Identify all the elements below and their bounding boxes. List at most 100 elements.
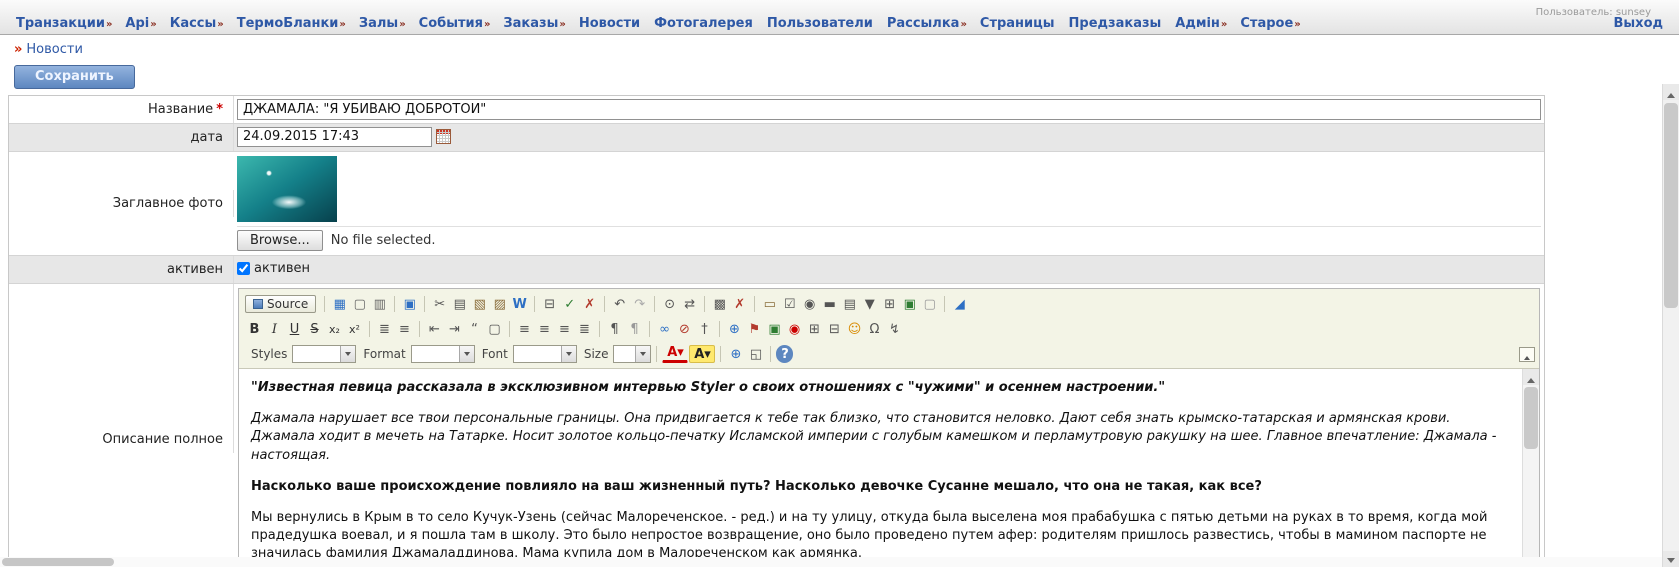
numbered-list-icon[interactable]: ≣ (375, 320, 394, 338)
textarea-icon[interactable]: ▤ (840, 295, 859, 313)
anchor-icon[interactable]: † (695, 320, 714, 338)
subscript-icon[interactable]: x₂ (325, 320, 344, 338)
remove-format-icon[interactable]: ✗ (730, 295, 749, 313)
indent-icon[interactable]: ⇥ (445, 320, 464, 338)
calendar-icon[interactable] (436, 129, 451, 144)
select-all-icon[interactable]: ▩ (710, 295, 729, 313)
bold-icon[interactable]: B (245, 320, 264, 338)
styles-dropdown[interactable] (292, 344, 357, 363)
nav-fotogalereya[interactable]: Фотогалерея (654, 16, 754, 31)
nav-transactions[interactable]: Транзакции» (16, 16, 112, 31)
editor-scrollbar-thumb[interactable] (1524, 387, 1538, 449)
toolbar-collapse-button[interactable] (1519, 347, 1535, 362)
underline-icon[interactable]: U (285, 320, 304, 338)
breadcrumb-news-link[interactable]: Новости (26, 42, 83, 57)
flag-icon[interactable]: ⚑ (745, 320, 764, 338)
bulleted-list-icon[interactable]: ≡ (395, 320, 414, 338)
nav-kassy[interactable]: Кассы» (170, 16, 224, 31)
align-justify-icon[interactable]: ≣ (575, 320, 594, 338)
date-input[interactable] (237, 126, 432, 147)
text-field-icon[interactable]: ▬ (820, 295, 839, 313)
image-icon[interactable]: ▣ (765, 320, 784, 338)
size-dropdown[interactable] (613, 344, 652, 363)
paste-icon[interactable]: ▧ (470, 295, 489, 313)
nav-stranicy[interactable]: Страницы (980, 16, 1056, 31)
align-left-icon[interactable]: ≡ (515, 320, 534, 338)
nav-sobytiya[interactable]: События» (419, 16, 491, 31)
bidi-rtl-icon[interactable]: ¶ (625, 320, 644, 338)
format-dropdown[interactable] (410, 344, 475, 363)
checkbox-icon[interactable]: ☑ (780, 295, 799, 313)
undo-icon[interactable]: ↶ (610, 295, 629, 313)
cut-icon[interactable]: ✂ (430, 295, 449, 313)
form-icon[interactable]: ▭ (760, 295, 779, 313)
chart-icon[interactable]: ◢ (950, 295, 969, 313)
create-div-icon[interactable]: ▢ (485, 320, 504, 338)
nav-api[interactable]: Api» (125, 16, 156, 31)
preview-icon[interactable]: ▥ (370, 295, 389, 313)
text-color-icon[interactable]: A▾ (662, 345, 689, 363)
scroll-up-icon[interactable] (1663, 84, 1679, 100)
align-center-icon[interactable]: ≡ (535, 320, 554, 338)
logout-link[interactable]: Выход (1614, 16, 1663, 31)
title-input[interactable] (237, 99, 1541, 120)
scroll-down-icon[interactable] (1663, 551, 1679, 567)
nav-rassylka[interactable]: Рассылка» (887, 16, 967, 31)
nav-staroe[interactable]: Старое» (1240, 16, 1300, 31)
bg-color-icon[interactable]: A▾ (689, 344, 716, 363)
nav-admin[interactable]: Адмін» (1175, 16, 1227, 31)
redo-icon[interactable]: ↷ (630, 295, 649, 313)
radio-icon[interactable]: ◉ (800, 295, 819, 313)
page-vertical-scrollbar[interactable] (1662, 84, 1679, 567)
templates-icon[interactable]: ▣ (400, 295, 419, 313)
smiley-icon[interactable]: ☺ (845, 320, 864, 338)
find-icon[interactable]: ⊙ (660, 295, 679, 313)
page-break-icon[interactable]: ↯ (885, 320, 904, 338)
about-icon[interactable]: ? (776, 344, 794, 363)
bidi-ltr-icon[interactable]: ¶ (605, 320, 624, 338)
image-button-icon[interactable]: ▣ (900, 295, 919, 313)
save-button[interactable]: Сохранить (14, 65, 135, 89)
superscript-icon[interactable]: x² (345, 320, 364, 338)
scroll-up-icon[interactable] (1523, 369, 1539, 385)
align-right-icon[interactable]: ≡ (555, 320, 574, 338)
strike-icon[interactable]: S (305, 320, 324, 338)
globe-icon[interactable]: ⊕ (725, 320, 744, 338)
editor-scrollbar[interactable] (1522, 369, 1539, 567)
source-button[interactable]: Source (245, 294, 317, 313)
show-blocks-icon[interactable]: ◱ (746, 345, 765, 363)
unlink-icon[interactable]: ⊘ (675, 320, 694, 338)
editor-text[interactable]: "Известная певица рассказала в эксклюзив… (239, 369, 1539, 567)
table-icon[interactable]: ⊞ (805, 320, 824, 338)
nav-polzovateli[interactable]: Пользователи (767, 16, 874, 31)
paste-text-icon[interactable]: ▨ (490, 295, 509, 313)
maximize-icon[interactable]: ⊕ (726, 345, 745, 363)
new-page-icon[interactable]: ▢ (350, 295, 369, 313)
outdent-icon[interactable]: ⇤ (425, 320, 444, 338)
page-scrollbar-thumb[interactable] (1664, 103, 1678, 308)
special-char-icon[interactable]: Ω (865, 320, 884, 338)
nav-zakazy[interactable]: Заказы» (503, 16, 565, 31)
scayt-icon[interactable]: ✗ (580, 295, 599, 313)
nav-novosti[interactable]: Новости (579, 16, 641, 31)
italic-icon[interactable]: I (265, 320, 284, 338)
spellcheck-icon[interactable]: ✓ (560, 295, 579, 313)
horizontal-scrollbar-thumb[interactable] (2, 558, 114, 566)
hidden-field-icon[interactable]: ▢ (920, 295, 939, 313)
browse-button[interactable]: Browse... (237, 230, 323, 251)
save-icon[interactable]: ▦ (330, 295, 349, 313)
active-checkbox[interactable] (237, 262, 250, 275)
select-field-icon[interactable]: ▼ (860, 295, 879, 313)
nav-zaly[interactable]: Залы» (359, 16, 406, 31)
blockquote-icon[interactable]: “ (465, 320, 484, 338)
nav-predzakazy[interactable]: Предзаказы (1069, 16, 1163, 31)
link-icon[interactable]: ∞ (655, 320, 674, 338)
alert-icon[interactable]: ◉ (785, 320, 804, 338)
copy-icon[interactable]: ▤ (450, 295, 469, 313)
nav-termoblanki[interactable]: ТермоБланки» (237, 16, 346, 31)
replace-icon[interactable]: ⇄ (680, 295, 699, 313)
button-icon[interactable]: ⊞ (880, 295, 899, 313)
print-icon[interactable]: ⊟ (540, 295, 559, 313)
horizontal-rule-icon[interactable]: ⊟ (825, 320, 844, 338)
font-dropdown[interactable] (512, 344, 577, 363)
